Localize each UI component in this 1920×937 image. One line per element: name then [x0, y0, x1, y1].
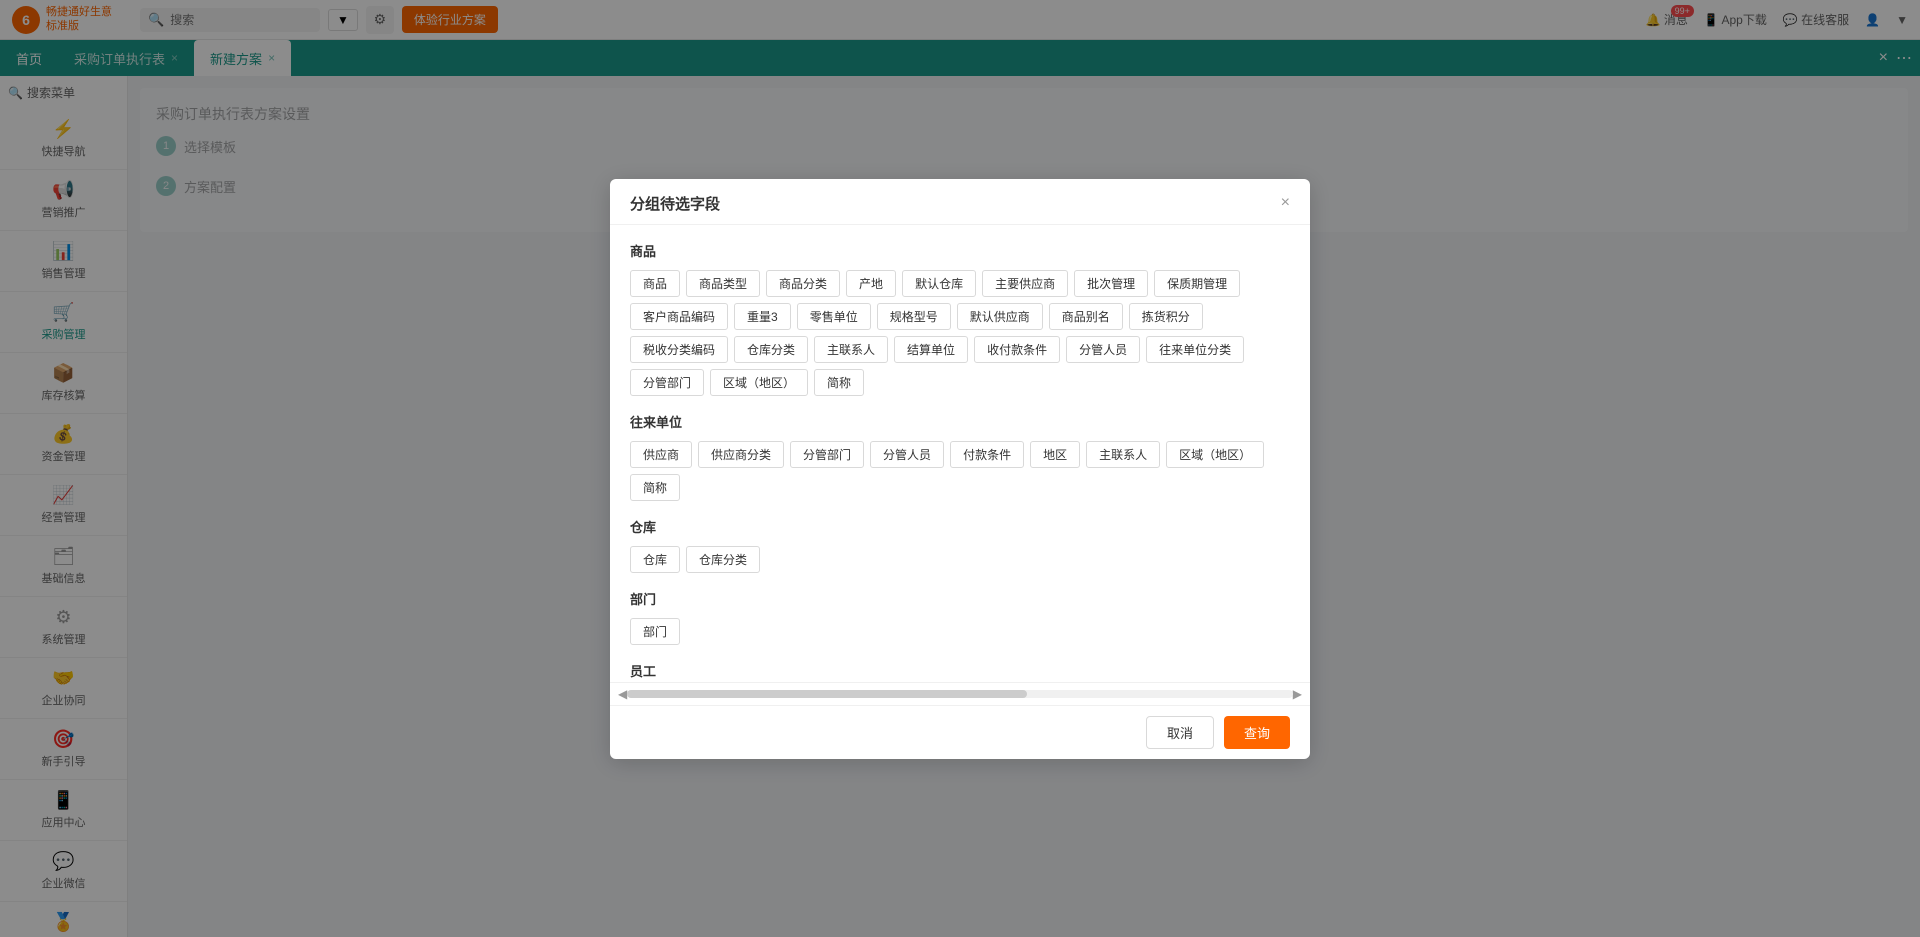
field-tag[interactable]: 付款条件: [950, 441, 1024, 468]
section-employee: 员工 业务员: [630, 661, 1290, 682]
field-tag[interactable]: 商品类型: [686, 270, 760, 297]
field-tag[interactable]: 批次管理: [1074, 270, 1148, 297]
field-tag[interactable]: 主要供应商: [982, 270, 1068, 297]
scroll-right-arrow[interactable]: ▶: [1293, 687, 1302, 701]
section-department: 部门 部门: [630, 589, 1290, 645]
field-tag[interactable]: 供应商分类: [698, 441, 784, 468]
field-tag[interactable]: 规格型号: [877, 303, 951, 330]
field-tag[interactable]: 地区: [1030, 441, 1080, 468]
field-tag[interactable]: 主联系人: [1086, 441, 1160, 468]
field-tag[interactable]: 收付款条件: [974, 336, 1060, 363]
modal-body: 商品 商品商品类型商品分类产地默认仓库主要供应商批次管理保质期管理客户商品编码重…: [610, 225, 1310, 682]
field-tag[interactable]: 拣货积分: [1129, 303, 1203, 330]
field-tag[interactable]: 主联系人: [814, 336, 888, 363]
field-tag[interactable]: 仓库: [630, 546, 680, 573]
field-tag[interactable]: 分管人员: [870, 441, 944, 468]
field-tag[interactable]: 仓库分类: [686, 546, 760, 573]
section-counterpart-title: 往来单位: [630, 412, 1290, 431]
modal-header: 分组待选字段 ×: [610, 179, 1310, 225]
modal-scrollbar[interactable]: ◀ ▶: [610, 682, 1310, 705]
modal-footer: 取消 查询: [610, 705, 1310, 759]
field-tag[interactable]: 保质期管理: [1154, 270, 1240, 297]
field-tag[interactable]: 商品: [630, 270, 680, 297]
field-tag[interactable]: 客户商品编码: [630, 303, 728, 330]
field-tag[interactable]: 结算单位: [894, 336, 968, 363]
scroll-left-arrow[interactable]: ◀: [618, 687, 627, 701]
field-tag[interactable]: 默认仓库: [902, 270, 976, 297]
modal-scroll-thumb: [627, 690, 1026, 698]
field-tag[interactable]: 税收分类编码: [630, 336, 728, 363]
warehouse-field-tags: 仓库仓库分类: [630, 546, 1290, 573]
section-goods: 商品 商品商品类型商品分类产地默认仓库主要供应商批次管理保质期管理客户商品编码重…: [630, 241, 1290, 396]
department-field-tags: 部门: [630, 618, 1290, 645]
field-tag[interactable]: 默认供应商: [957, 303, 1043, 330]
field-tag[interactable]: 区域（地区）: [710, 369, 808, 396]
field-tag[interactable]: 分管部门: [630, 369, 704, 396]
field-tag[interactable]: 简称: [630, 474, 680, 501]
field-tag[interactable]: 分管人员: [1066, 336, 1140, 363]
confirm-button[interactable]: 查询: [1224, 716, 1290, 749]
field-tag[interactable]: 区域（地区）: [1166, 441, 1264, 468]
field-tag[interactable]: 商品分类: [766, 270, 840, 297]
field-tag[interactable]: 零售单位: [797, 303, 871, 330]
modal-close-button[interactable]: ×: [1281, 194, 1290, 212]
field-tag[interactable]: 往来单位分类: [1146, 336, 1244, 363]
section-employee-title: 员工: [630, 661, 1290, 680]
field-tag[interactable]: 产地: [846, 270, 896, 297]
section-counterpart: 往来单位 供应商供应商分类分管部门分管人员付款条件地区主联系人区域（地区） 简称: [630, 412, 1290, 501]
counterpart-field-tags: 供应商供应商分类分管部门分管人员付款条件地区主联系人区域（地区） 简称: [630, 441, 1290, 501]
goods-field-tags: 商品商品类型商品分类产地默认仓库主要供应商批次管理保质期管理客户商品编码重量3零…: [630, 270, 1290, 396]
field-tag[interactable]: 供应商: [630, 441, 692, 468]
section-warehouse: 仓库 仓库仓库分类: [630, 517, 1290, 573]
section-goods-title: 商品: [630, 241, 1290, 260]
cancel-button[interactable]: 取消: [1146, 716, 1214, 749]
modal-overlay: 分组待选字段 × 商品 商品商品类型商品分类产地默认仓库主要供应商批次管理保质期…: [0, 0, 1920, 937]
field-tag[interactable]: 部门: [630, 618, 680, 645]
section-warehouse-title: 仓库: [630, 517, 1290, 536]
field-tag[interactable]: 重量3: [734, 303, 791, 330]
modal-scroll-track: [627, 690, 1293, 698]
section-department-title: 部门: [630, 589, 1290, 608]
field-tag[interactable]: 分管部门: [790, 441, 864, 468]
field-tag[interactable]: 简称: [814, 369, 864, 396]
field-tag[interactable]: 商品别名: [1049, 303, 1123, 330]
modal-title: 分组待选字段: [630, 193, 720, 214]
field-select-modal: 分组待选字段 × 商品 商品商品类型商品分类产地默认仓库主要供应商批次管理保质期…: [610, 179, 1310, 759]
field-tag[interactable]: 仓库分类: [734, 336, 808, 363]
